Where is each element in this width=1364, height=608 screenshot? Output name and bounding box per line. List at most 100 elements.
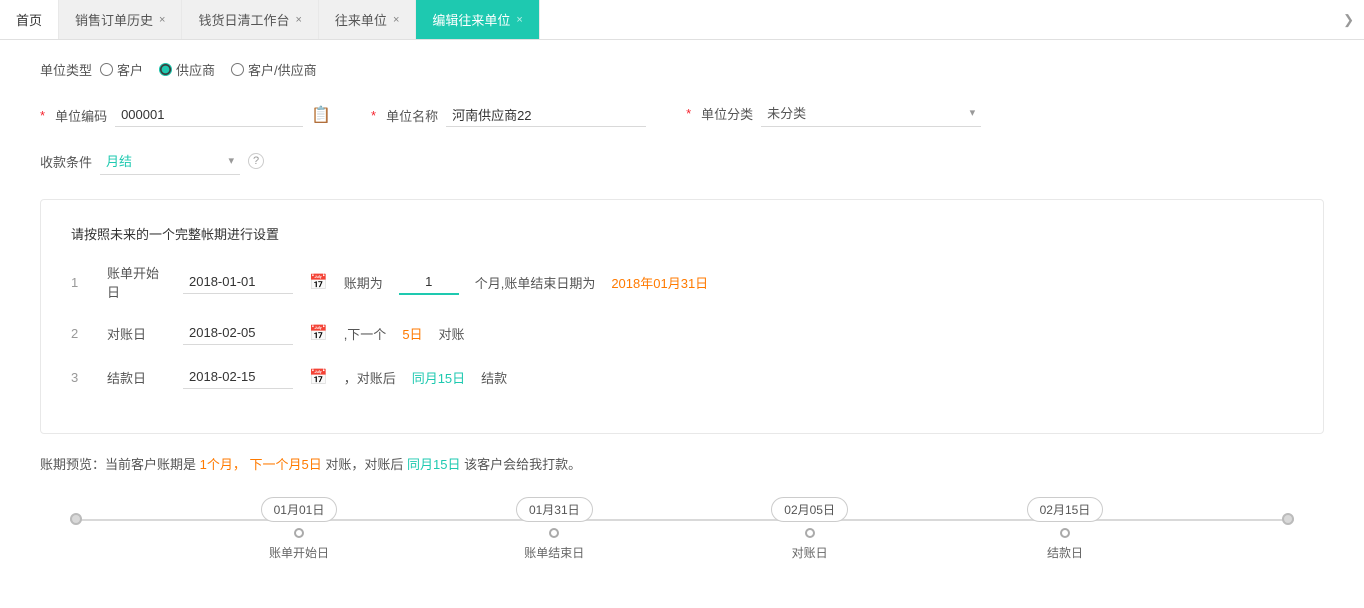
account-start-date-input[interactable] bbox=[183, 270, 293, 294]
timeline-start bbox=[70, 497, 82, 525]
preview-part1: 1个月， bbox=[200, 457, 246, 472]
payment-condition-value: 月结 bbox=[106, 151, 224, 170]
timeline-label-1: 账单开始日 bbox=[269, 544, 329, 561]
unit-type-row: 单位类型 客户 供应商 客户/供应商 bbox=[40, 60, 1324, 79]
tab-bar-arrow[interactable]: ❯ bbox=[1333, 0, 1364, 39]
main-content: 单位类型 客户 供应商 客户/供应商 * 单位编码 bbox=[0, 40, 1364, 608]
radio-customer-input[interactable] bbox=[100, 63, 113, 76]
setting-name-2: 对账日 bbox=[107, 324, 167, 343]
reconcile-date-input[interactable] bbox=[183, 321, 293, 345]
unit-info-row: * 单位编码 📋 * 单位名称 * 单位分类 未分类 ▾ bbox=[40, 99, 1324, 127]
help-icon[interactable]: ? bbox=[248, 153, 264, 169]
timeline-dot-1 bbox=[294, 528, 304, 538]
timeline-dot-2 bbox=[549, 528, 559, 538]
unit-type-field: 单位类型 客户 供应商 客户/供应商 bbox=[40, 60, 317, 79]
tab-home[interactable]: 首页 bbox=[0, 0, 59, 39]
tab-counterparty-label: 往来单位 bbox=[335, 10, 387, 29]
tab-home-label: 首页 bbox=[16, 10, 42, 29]
unit-name-label: 单位名称 bbox=[386, 106, 438, 125]
unit-category-dropdown[interactable]: 未分类 ▾ bbox=[761, 99, 981, 127]
timeline-dot-4 bbox=[1060, 528, 1070, 538]
radio-supplier-input[interactable] bbox=[159, 63, 172, 76]
account-end-date: 2018年01月31日 bbox=[611, 273, 708, 292]
timeline-start-dot bbox=[70, 513, 82, 525]
payment-condition-label: 收款条件 bbox=[40, 152, 92, 171]
unit-code-label: 单位编码 bbox=[55, 106, 107, 125]
timeline-node-3: 02月05日 对账日 bbox=[771, 497, 848, 561]
radio-customer-label: 客户 bbox=[117, 60, 143, 79]
unit-code-field: * 单位编码 📋 bbox=[40, 103, 331, 127]
setting-desc-1b: 个月,账单结束日期为 bbox=[475, 273, 596, 292]
setting-number-1: 1 bbox=[71, 275, 91, 290]
preview-part3: 同月15日 bbox=[407, 457, 460, 472]
timeline-node-2: 01月31日 账单结束日 bbox=[516, 497, 593, 561]
tab-cashwork[interactable]: 钱货日清工作台 × bbox=[182, 0, 318, 39]
tab-edit-counterparty-label: 编辑往来单位 bbox=[432, 10, 510, 29]
preview-suffix: 该客户会给我打款。 bbox=[464, 457, 581, 472]
reconcile-highlight: 5日 bbox=[402, 324, 422, 343]
tab-cashwork-close[interactable]: × bbox=[295, 14, 301, 26]
timeline-dot-3 bbox=[805, 528, 815, 538]
arrow-icon: ❯ bbox=[1343, 12, 1354, 28]
payment-date-input[interactable] bbox=[183, 365, 293, 389]
unit-code-icon[interactable]: 📋 bbox=[311, 105, 331, 125]
payment-cal-icon[interactable]: 📅 bbox=[309, 368, 328, 386]
setting-desc-1a: 账期为 bbox=[344, 273, 383, 292]
preview-label: 账期预览：当前客户账期是 bbox=[40, 457, 196, 472]
preview-section: 账期预览：当前客户账期是 1个月， 下一个月5日 对账，对账后 同月15日 该客… bbox=[40, 454, 1324, 473]
timeline-node-1: 01月01日 账单开始日 bbox=[261, 497, 338, 561]
account-start-cal-icon[interactable]: 📅 bbox=[309, 273, 328, 291]
tab-bar: 首页 销售订单历史 × 钱货日清工作台 × 往来单位 × 编辑往来单位 × ❯ bbox=[0, 0, 1364, 40]
radio-customer[interactable]: 客户 bbox=[100, 60, 143, 79]
settings-title: 请按照未来的一个完整帐期进行设置 bbox=[71, 224, 1293, 243]
dropdown-arrow-icon: ▾ bbox=[970, 106, 976, 119]
unit-name-input[interactable] bbox=[446, 103, 646, 127]
preview-middle: 对账，对账后 bbox=[325, 457, 403, 472]
tab-sales-history-label: 销售订单历史 bbox=[75, 10, 153, 29]
setting-desc-3b: 结款 bbox=[481, 368, 507, 387]
tab-sales-history[interactable]: 销售订单历史 × bbox=[59, 0, 182, 39]
unit-code-input[interactable] bbox=[115, 103, 303, 127]
timeline-badge-4: 02月15日 bbox=[1027, 497, 1104, 522]
setting-number-3: 3 bbox=[71, 370, 91, 385]
setting-row-2: 2 对账日 📅 ,下一个 5日 对账 bbox=[71, 321, 1293, 345]
tab-sales-history-close[interactable]: × bbox=[159, 14, 165, 26]
unit-category-label: 单位分类 bbox=[701, 104, 753, 123]
timeline-badge-1: 01月01日 bbox=[261, 497, 338, 522]
payment-condition-dropdown[interactable]: 月结 ▾ bbox=[100, 147, 240, 175]
setting-name-3: 结款日 bbox=[107, 368, 167, 387]
setting-desc-2b: 对账 bbox=[439, 324, 465, 343]
radio-supplier-label: 供应商 bbox=[176, 60, 215, 79]
timeline-label-2: 账单结束日 bbox=[524, 544, 584, 561]
timeline-node-4: 02月15日 结款日 bbox=[1027, 497, 1104, 561]
radio-both-label: 客户/供应商 bbox=[248, 60, 317, 79]
timeline-label-3: 对账日 bbox=[792, 544, 828, 561]
setting-row-3: 3 结款日 📅 ，对账后 同月15日 结款 bbox=[71, 365, 1293, 389]
radio-both[interactable]: 客户/供应商 bbox=[231, 60, 317, 79]
settings-box: 请按照未来的一个完整帐期进行设置 1 账单开始日 📅 账期为 个月,账单结束日期… bbox=[40, 199, 1324, 434]
unit-type-radio-group: 客户 供应商 客户/供应商 bbox=[100, 60, 317, 79]
tab-counterparty-close[interactable]: × bbox=[393, 14, 399, 26]
radio-both-input[interactable] bbox=[231, 63, 244, 76]
unit-category-field: * 单位分类 未分类 ▾ bbox=[686, 99, 981, 127]
tab-edit-counterparty[interactable]: 编辑往来单位 × bbox=[416, 0, 539, 39]
unit-code-star: * bbox=[40, 108, 45, 123]
setting-desc-3a: ，对账后 bbox=[344, 368, 396, 387]
tab-counterparty[interactable]: 往来单位 × bbox=[319, 0, 416, 39]
radio-supplier[interactable]: 供应商 bbox=[159, 60, 215, 79]
timeline-badge-3: 02月05日 bbox=[771, 497, 848, 522]
reconcile-cal-icon[interactable]: 📅 bbox=[309, 324, 328, 342]
timeline-end bbox=[1282, 497, 1294, 525]
timeline-label-4: 结款日 bbox=[1047, 544, 1083, 561]
timeline-badge-2: 01月31日 bbox=[516, 497, 593, 522]
month-input[interactable] bbox=[399, 270, 459, 295]
payment-condition-row: 收款条件 月结 ▾ ? bbox=[40, 147, 1324, 175]
unit-category-value: 未分类 bbox=[767, 103, 965, 122]
setting-row-1: 1 账单开始日 📅 账期为 个月,账单结束日期为 2018年01月31日 bbox=[71, 263, 1293, 301]
preview-part2: 下一个月5日 bbox=[250, 457, 322, 472]
payment-condition-field: 收款条件 月结 ▾ ? bbox=[40, 147, 264, 175]
payment-dropdown-arrow-icon: ▾ bbox=[228, 154, 234, 167]
tab-edit-counterparty-close[interactable]: × bbox=[516, 14, 522, 26]
timeline-nodes: 01月01日 账单开始日 01月31日 账单结束日 02月05日 对账日 02月… bbox=[70, 497, 1294, 561]
payment-highlight: 同月15日 bbox=[412, 368, 465, 387]
